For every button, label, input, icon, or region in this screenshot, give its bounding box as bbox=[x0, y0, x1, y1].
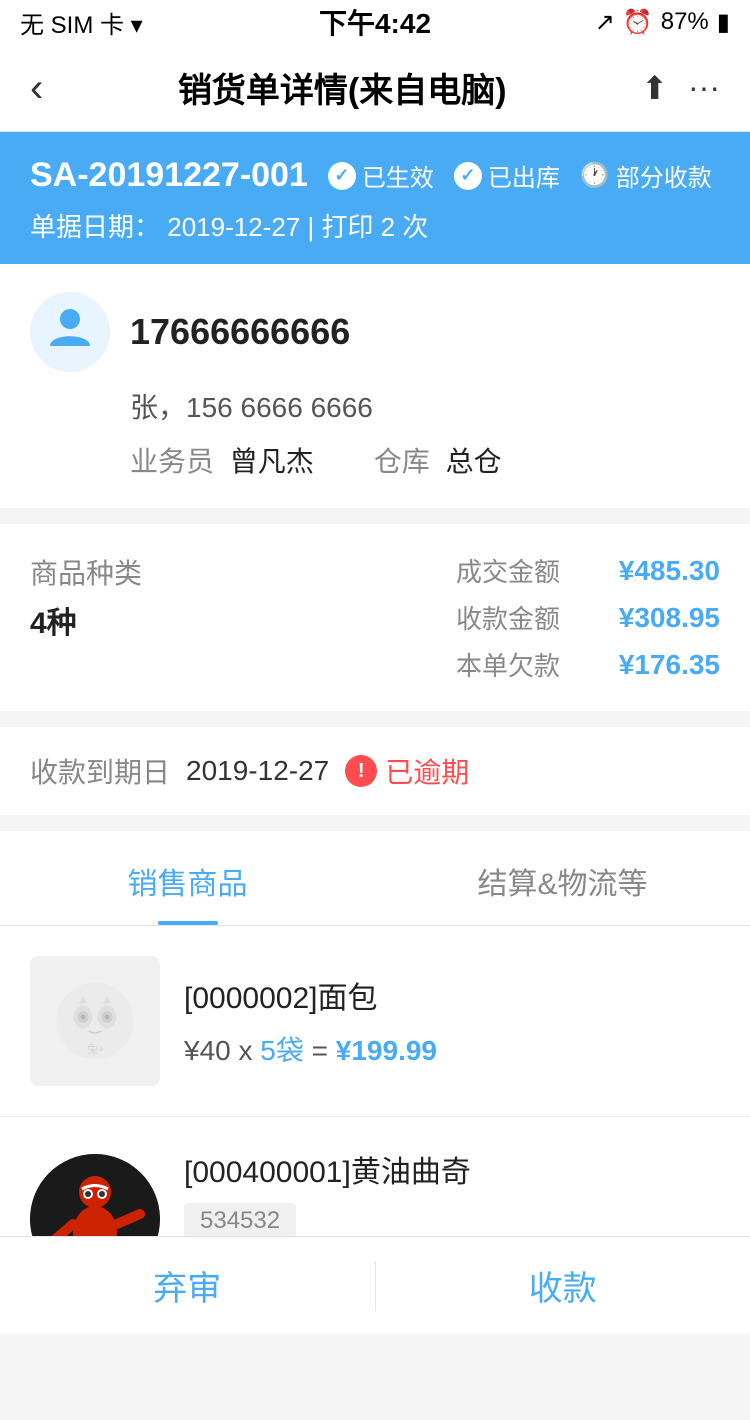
page-title: 销货单详情(来自电脑) bbox=[178, 63, 507, 112]
overdue-text: 已逾期 bbox=[385, 751, 469, 791]
product-multiply-1: x bbox=[239, 1035, 261, 1066]
product-qty-1: 5袋 bbox=[260, 1035, 304, 1066]
nav-bar: ‹ 销货单详情(来自电脑) ⬆ ··· bbox=[0, 44, 750, 132]
payment-button[interactable]: 收款 bbox=[376, 1237, 750, 1334]
order-date: 2019-12-27 bbox=[167, 212, 300, 242]
banner-row1: SA-20191227-001 ✓ 已生效 ✓ 已出库 🕐 部分收款 bbox=[30, 156, 720, 195]
badge-shipped: ✓ 已出库 bbox=[454, 158, 560, 193]
warehouse-value: 总仓 bbox=[446, 446, 502, 477]
product-equals-1: = bbox=[312, 1035, 336, 1066]
badge-effective: ✓ 已生效 bbox=[328, 158, 434, 193]
badge-effective-label: 已生效 bbox=[362, 158, 434, 193]
order-header-banner: SA-20191227-001 ✓ 已生效 ✓ 已出库 🕐 部分收款 单据日期：… bbox=[0, 132, 750, 264]
debt-value: ¥176.35 bbox=[590, 649, 720, 681]
customer-section: 17666666666 张，156 6666 6666 业务员 曾凡杰 仓库 总… bbox=[0, 264, 750, 508]
svg-text:兔+: 兔+ bbox=[87, 1042, 105, 1056]
stats-left: 商品种类 4种 bbox=[30, 552, 142, 642]
battery-level: 87% bbox=[661, 8, 709, 36]
more-icon[interactable]: ··· bbox=[688, 69, 720, 106]
overdue-badge: ! 已逾期 bbox=[345, 751, 469, 791]
product-info-1: [0000002]面包 ¥40 x 5袋 = ¥199.99 bbox=[184, 973, 720, 1069]
product-name-1: [0000002]面包 bbox=[184, 973, 720, 1017]
alarm-icon: ⏰ bbox=[623, 8, 653, 37]
print-info: | 打印 2 次 bbox=[307, 212, 428, 242]
product-type-value: 4种 bbox=[30, 598, 142, 642]
nav-left: ‹ bbox=[30, 68, 43, 108]
avatar bbox=[30, 292, 110, 372]
clock-icon: 🕐 bbox=[580, 161, 610, 190]
badge-partial-label: 部分收款 bbox=[616, 158, 712, 193]
location-icon: ↗ bbox=[595, 8, 615, 37]
product-type-label: 商品种类 bbox=[30, 552, 142, 592]
product-thumbnail-1: 兔+ bbox=[30, 956, 160, 1086]
status-left: 无 SIM 卡 ▾ bbox=[20, 5, 143, 40]
status-bar: 无 SIM 卡 ▾ 下午4:42 ↗ ⏰ 87% ▮ bbox=[0, 0, 750, 44]
product-item: 兔+ [0000002]面包 ¥40 x 5袋 = ¥199.99 bbox=[0, 926, 750, 1117]
product-base-price-1: ¥40 bbox=[184, 1035, 231, 1066]
tab-sales-products[interactable]: 销售商品 bbox=[0, 831, 375, 925]
deal-amount-value: ¥485.30 bbox=[590, 555, 720, 587]
sales-value: 曾凡杰 bbox=[230, 446, 314, 477]
status-time: 下午4:42 bbox=[319, 2, 431, 42]
customer-name-row: 17666666666 bbox=[30, 292, 720, 372]
debt-row: 本单欠款 ¥176.35 bbox=[456, 646, 720, 683]
overdue-icon: ! bbox=[345, 755, 377, 787]
warehouse-label-text: 仓库 bbox=[374, 446, 430, 477]
avatar-icon bbox=[45, 301, 95, 363]
bottom-bar: 弃审 收款 bbox=[0, 1236, 750, 1334]
due-date-section: 收款到期日 2019-12-27 ! 已逾期 bbox=[0, 727, 750, 815]
share-icon[interactable]: ⬆ bbox=[641, 69, 668, 107]
badge-partial-payment: 🕐 部分收款 bbox=[580, 158, 712, 193]
customer-contact: 张，156 6666 6666 bbox=[30, 386, 720, 426]
back-button[interactable]: ‹ bbox=[30, 68, 43, 108]
product-sku-2: 534532 bbox=[184, 1203, 296, 1239]
warehouse-group: 仓库 总仓 bbox=[374, 440, 502, 480]
product-price-1: ¥40 x 5袋 = ¥199.99 bbox=[184, 1029, 720, 1069]
stats-right: 成交金额 ¥485.30 收款金额 ¥308.95 本单欠款 ¥176.35 bbox=[456, 552, 720, 683]
deal-amount-row: 成交金额 ¥485.30 bbox=[456, 552, 720, 589]
deal-amount-label: 成交金额 bbox=[456, 552, 560, 589]
receipt-amount-label: 收款金额 bbox=[456, 599, 560, 636]
tabs-header: 销售商品 结算&物流等 bbox=[0, 831, 750, 926]
tab-sales-products-label: 销售商品 bbox=[128, 868, 248, 901]
stats-section: 商品种类 4种 成交金额 ¥485.30 收款金额 ¥308.95 本单欠款 ¥… bbox=[0, 524, 750, 711]
sales-label: 业务员 曾凡杰 bbox=[130, 440, 314, 480]
nav-right: ⬆ ··· bbox=[641, 69, 720, 107]
cancel-review-button[interactable]: 弃审 bbox=[0, 1237, 375, 1334]
receipt-amount-value: ¥308.95 bbox=[590, 602, 720, 634]
sim-status: 无 SIM 卡 ▾ bbox=[20, 5, 143, 40]
product-name-2: [000400001]黄油曲奇 bbox=[184, 1147, 720, 1191]
debt-label: 本单欠款 bbox=[456, 646, 560, 683]
receipt-amount-row: 收款金额 ¥308.95 bbox=[456, 599, 720, 636]
banner-row2: 单据日期： 2019-12-27 | 打印 2 次 bbox=[30, 207, 720, 244]
product-total-1: ¥199.99 bbox=[336, 1035, 437, 1066]
check-icon-2: ✓ bbox=[454, 162, 482, 190]
status-right: ↗ ⏰ 87% ▮ bbox=[595, 8, 730, 37]
due-date-label: 收款到期日 bbox=[30, 751, 170, 791]
due-date-value: 2019-12-27 bbox=[186, 755, 329, 787]
battery-icon: ▮ bbox=[717, 8, 730, 37]
customer-name: 17666666666 bbox=[130, 311, 350, 353]
customer-meta: 业务员 曾凡杰 仓库 总仓 bbox=[30, 440, 720, 480]
tab-settlement-logistics-label: 结算&物流等 bbox=[477, 868, 647, 901]
sales-label-text: 业务员 bbox=[130, 446, 214, 477]
order-id: SA-20191227-001 bbox=[30, 156, 308, 195]
tab-settlement-logistics[interactable]: 结算&物流等 bbox=[375, 831, 750, 925]
check-icon-1: ✓ bbox=[328, 162, 356, 190]
badge-shipped-label: 已出库 bbox=[488, 158, 560, 193]
date-label: 单据日期： bbox=[30, 212, 160, 242]
